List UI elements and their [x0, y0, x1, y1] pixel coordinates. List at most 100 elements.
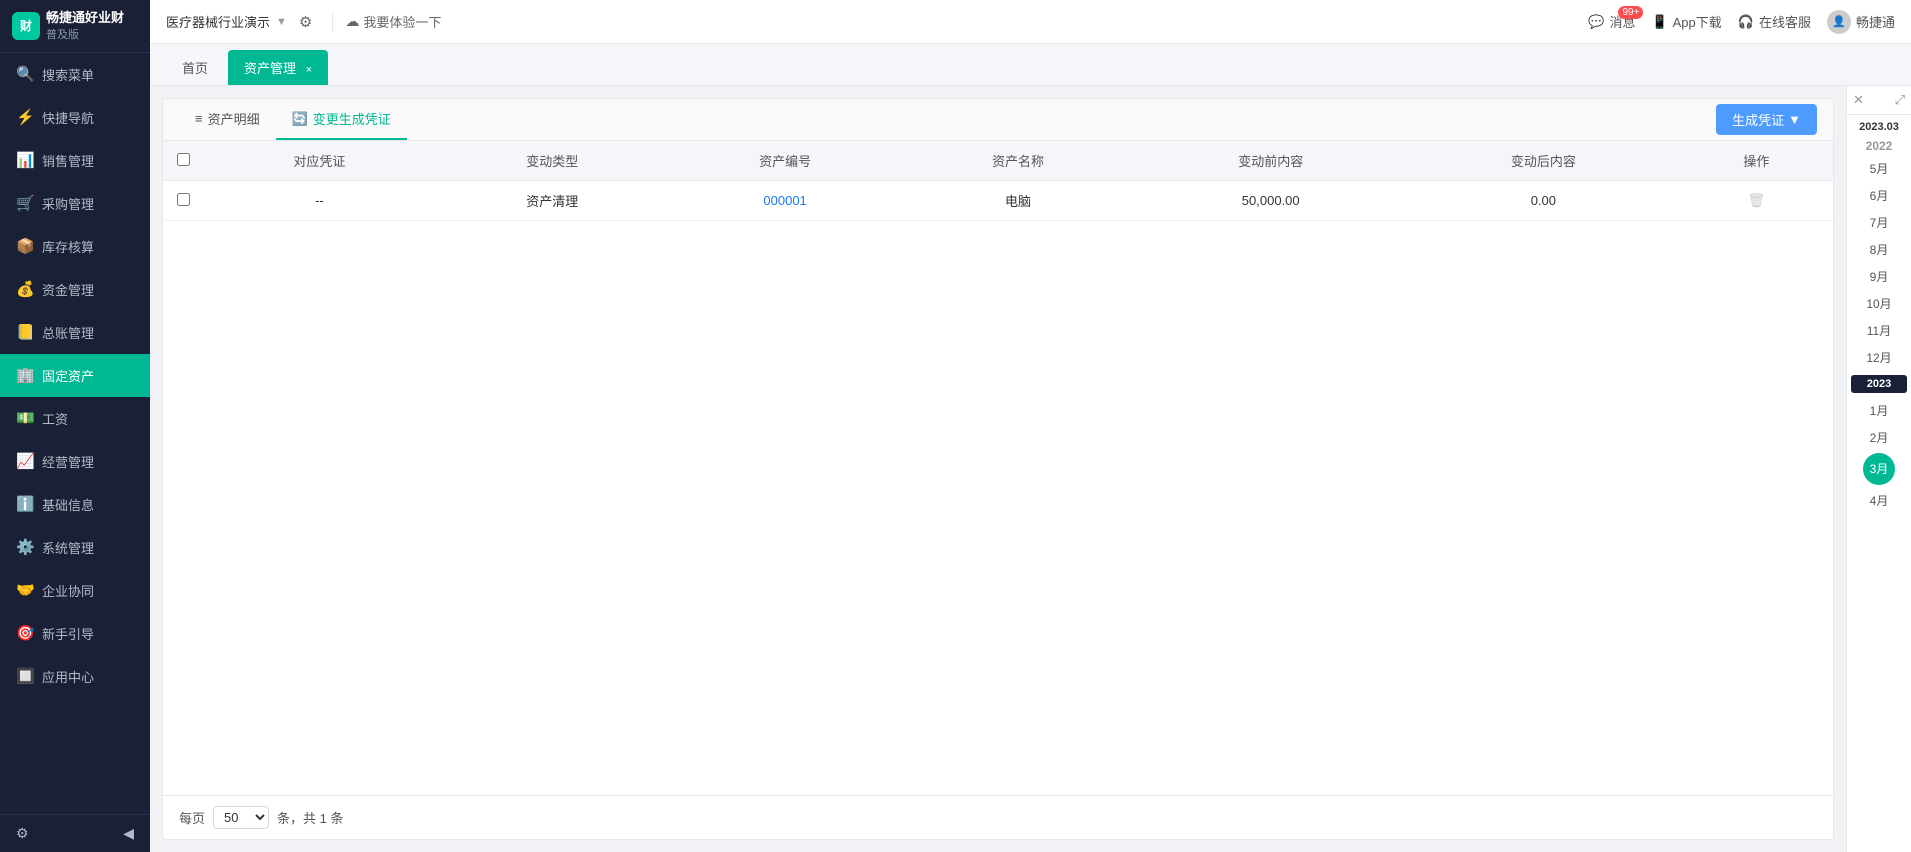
- sidebar-item-basic[interactable]: ℹ️基础信息: [0, 483, 150, 526]
- list-icon: ≡: [195, 111, 203, 126]
- month-item[interactable]: 6月: [1847, 182, 1911, 209]
- sidebar-item-salary[interactable]: 💵工资: [0, 397, 150, 440]
- avatar: 👤: [1827, 10, 1851, 34]
- sidebar-item-guide[interactable]: 🎯新手引导: [0, 612, 150, 655]
- content-area: ≡ 资产明细 🔄 变更生成凭证 生成凭证 ▼: [150, 86, 1911, 852]
- user-action[interactable]: 👤 畅捷通: [1827, 10, 1895, 34]
- row-checkbox-0[interactable]: [177, 193, 190, 206]
- nav-label-quicknav: 快捷导航: [42, 108, 94, 127]
- customer-service-action[interactable]: 🎧 在线客服: [1738, 12, 1811, 31]
- right-panel: ✕ ⤢ 2023.03 20225月6月7月8月9月10月11月12月20231…: [1846, 86, 1911, 852]
- month-item[interactable]: 8月: [1847, 236, 1911, 263]
- per-page-label: 每页: [179, 808, 205, 827]
- table-row: -- 资产清理 000001 电脑 50,000.00 0.00 🗑: [163, 181, 1833, 221]
- th-after-change: 变动后内容: [1407, 141, 1680, 181]
- sidebar: 财 畅捷通好业财 普及版 🔍搜索菜单 ⚡ 快捷导航 📊销售管理🛒采购管理 📦 库存核算 💰资…: [0, 0, 150, 852]
- nav-label-basic: 基础信息: [42, 495, 94, 514]
- cell-voucher-0: --: [203, 181, 436, 221]
- sidebar-item-search[interactable]: 🔍搜索菜单: [0, 53, 150, 96]
- sidebar-item-fixed[interactable]: 🏢固定资产: [0, 354, 150, 397]
- sub-tab-asset-list[interactable]: ≡ 资产明细: [179, 99, 276, 140]
- sidebar-item-system[interactable]: ⚙️ 系统管理: [0, 526, 150, 569]
- experience-button[interactable]: ☁ 我要体验一下: [345, 12, 441, 31]
- table-footer: 每页 102050100 条，共 1 条: [163, 795, 1833, 839]
- month-item[interactable]: 9月: [1847, 263, 1911, 290]
- data-table: 对应凭证 变动类型 资产编号 资产名称 变动前内容 变动后内容 操作 -- 资产…: [163, 141, 1833, 221]
- main-panel: ≡ 资产明细 🔄 变更生成凭证 生成凭证 ▼: [162, 98, 1834, 840]
- month-item[interactable]: 7月: [1847, 209, 1911, 236]
- nav-label-search: 搜索菜单: [42, 65, 94, 84]
- header: 医疗器械行业演示 ▼ ⚙ ☁ 我要体验一下 💬 消息 99+ 📱 App下载 🎧…: [150, 0, 1911, 44]
- tab-asset-management[interactable]: 资产管理 ×: [228, 50, 328, 85]
- sidebar-logo: 财 畅捷通好业财 普及版: [0, 0, 150, 53]
- page-size-select[interactable]: 102050100: [213, 806, 269, 829]
- month-item[interactable]: 10月: [1847, 290, 1911, 317]
- message-badge: 99+: [1618, 6, 1643, 19]
- app-download-action[interactable]: 📱 App下载: [1651, 12, 1721, 31]
- nav-icon-ledger: 📒: [16, 323, 34, 341]
- tab-home-label: 首页: [182, 61, 208, 76]
- nav-icon-system: ⚙️: [16, 538, 34, 556]
- month-item[interactable]: 4月: [1847, 487, 1911, 514]
- logo-icon: 财: [12, 12, 40, 40]
- nav-label-ledger: 总账管理: [42, 323, 94, 342]
- nav-label-collab: 企业协同: [42, 581, 94, 600]
- nav-icon-sales: 📊: [16, 151, 34, 169]
- sub-tab-change-voucher[interactable]: 🔄 变更生成凭证: [276, 99, 407, 140]
- sidebar-item-funds[interactable]: 💰资金管理: [0, 268, 150, 311]
- generate-voucher-label: 生成凭证: [1732, 110, 1784, 129]
- month-item[interactable]: 12月: [1847, 344, 1911, 371]
- th-asset-name: 资产名称: [902, 141, 1135, 181]
- sidebar-item-quicknav[interactable]: ⚡ 快捷导航: [0, 96, 150, 139]
- sub-tab-change-voucher-label: 变更生成凭证: [313, 109, 391, 128]
- nav-label-purchase: 采购管理: [42, 194, 94, 213]
- expand-icon[interactable]: ⤢: [1895, 92, 1905, 108]
- sidebar-item-ops[interactable]: 📈经营管理: [0, 440, 150, 483]
- table-body: -- 资产清理 000001 电脑 50,000.00 0.00 🗑: [163, 181, 1833, 221]
- delete-icon-0[interactable]: 🗑: [1747, 192, 1765, 208]
- message-action[interactable]: 💬 消息 99+: [1588, 12, 1635, 31]
- nav-icon-quicknav: ⚡: [16, 108, 34, 126]
- month-item[interactable]: 3月: [1863, 453, 1895, 485]
- app-version: 普及版: [46, 26, 124, 42]
- month-item[interactable]: 5月: [1847, 155, 1911, 182]
- nav-label-system: 系统管理: [42, 538, 94, 557]
- tab-active-label: 资产管理: [244, 61, 296, 76]
- close-icon[interactable]: ✕: [1853, 92, 1864, 108]
- nav-label-inventory: 库存核算: [42, 237, 94, 256]
- settings-icon[interactable]: ⚙: [299, 13, 312, 31]
- month-item[interactable]: 1月: [1847, 397, 1911, 424]
- nav-icon-ops: 📈: [16, 452, 34, 470]
- company-selector[interactable]: 医疗器械行业演示 ▼: [166, 12, 287, 31]
- download-icon: 📱: [1651, 14, 1667, 30]
- sidebar-item-sales[interactable]: 📊销售管理: [0, 139, 150, 182]
- month-item[interactable]: 11月: [1847, 317, 1911, 344]
- tab-bar: 首页 资产管理 ×: [150, 44, 1911, 86]
- sidebar-item-purchase[interactable]: 🛒采购管理: [0, 182, 150, 225]
- tab-home[interactable]: 首页: [166, 50, 224, 85]
- nav-label-fixed: 固定资产: [42, 366, 94, 385]
- message-icon: 💬: [1588, 14, 1604, 30]
- sidebar-item-inventory[interactable]: 📦 库存核算: [0, 225, 150, 268]
- sidebar-item-ledger[interactable]: 📒 总账管理: [0, 311, 150, 354]
- generate-voucher-button[interactable]: 生成凭证 ▼: [1716, 104, 1817, 135]
- sidebar-item-apps[interactable]: 🔲应用中心: [0, 655, 150, 698]
- chevron-down-icon: ▼: [276, 16, 287, 28]
- sidebar-item-collab[interactable]: 🤝企业协同: [0, 569, 150, 612]
- table-container: 对应凭证 变动类型 资产编号 资产名称 变动前内容 变动后内容 操作 -- 资产…: [163, 141, 1833, 795]
- tab-close-icon[interactable]: ×: [306, 64, 312, 76]
- collapse-icon[interactable]: ◀: [123, 825, 134, 842]
- nav-label-salary: 工资: [42, 409, 68, 428]
- th-voucher: 对应凭证: [203, 141, 436, 181]
- experience-label: 我要体验一下: [363, 12, 441, 31]
- th-asset-code: 资产编号: [669, 141, 902, 181]
- month-item[interactable]: 2月: [1847, 424, 1911, 451]
- sidebar-bottom: ⚙ ◀: [0, 814, 150, 852]
- change-icon: 🔄: [292, 111, 308, 127]
- right-panel-header: ✕ ⤢: [1847, 86, 1911, 115]
- nav-icon-inventory: 📦: [16, 237, 34, 255]
- select-all-checkbox[interactable]: [177, 153, 190, 166]
- th-before-change: 变动前内容: [1134, 141, 1407, 181]
- nav-icon-funds: 💰: [16, 280, 34, 298]
- settings-icon[interactable]: ⚙: [16, 825, 29, 842]
